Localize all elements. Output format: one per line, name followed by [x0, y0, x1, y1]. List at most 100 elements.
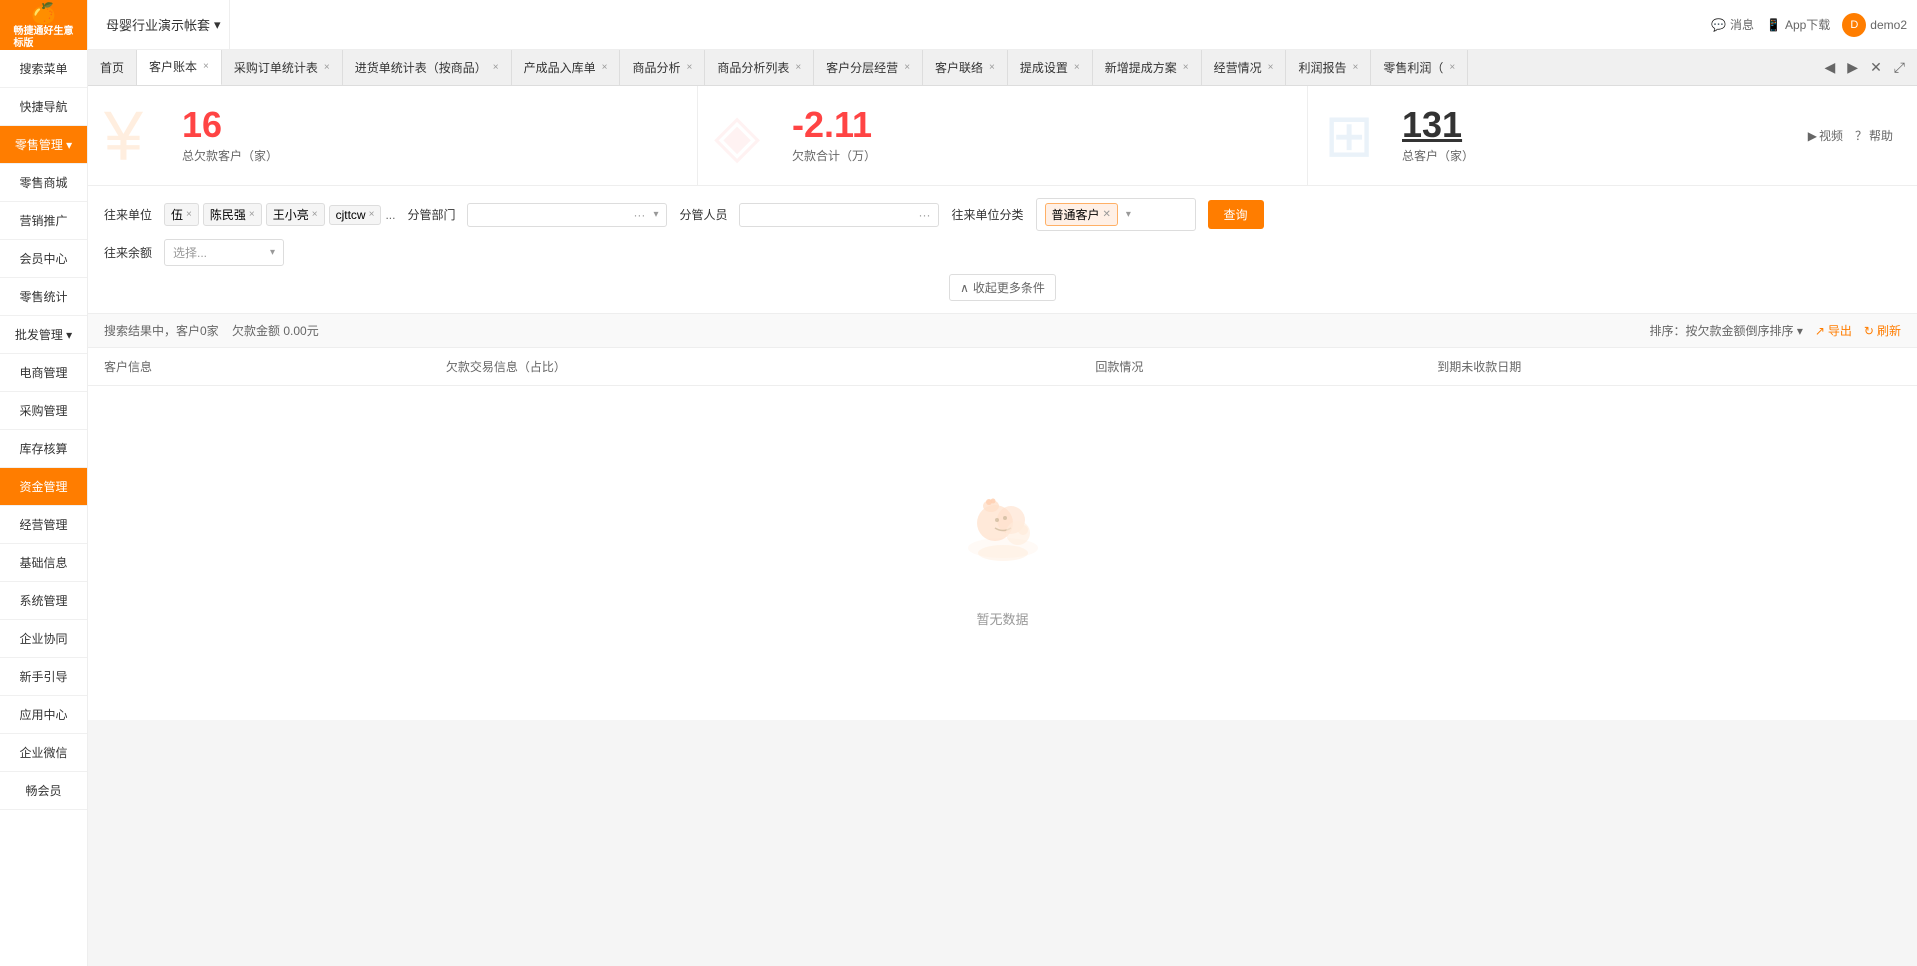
- sidebar-item-ecommerce[interactable]: 电商管理: [0, 354, 87, 392]
- stats-row: ¥ 16 总欠款客户（家） ◈ -2.11 欠款合计（万） ⊞ 131 总客户（…: [88, 86, 1917, 186]
- tab-customer_contact[interactable]: 客户联络×: [923, 50, 1008, 86]
- tab-label-product_analysis_list: 商品分析列表: [717, 59, 789, 76]
- tab-close-new_achievement[interactable]: ×: [1183, 62, 1189, 73]
- filter-tags: 伍 ×陈民强 ×王小亮 ×cjttcw ×...: [164, 203, 395, 226]
- tab-label-business_status: 经营情况: [1214, 59, 1262, 76]
- filter-tag-close-王小亮[interactable]: ×: [312, 209, 318, 220]
- unit-class-selector[interactable]: 普通客户 ✕ ▾: [1036, 198, 1196, 231]
- person-selector[interactable]: ···: [739, 203, 939, 227]
- tab-close-retail_profit[interactable]: ×: [1449, 62, 1455, 73]
- sidebar-item-operations[interactable]: 经营管理: [0, 506, 87, 544]
- tab-accounts[interactable]: 客户账本 ×: [137, 50, 222, 86]
- total-customers-icon: ⊞: [1324, 101, 1374, 171]
- tab-label-product_analysis: 商品分析: [632, 59, 680, 76]
- results-info: 搜索结果中，客户0家 欠款金额 0.00元: [104, 322, 319, 339]
- tab-close-cost_inbound[interactable]: ×: [602, 62, 608, 73]
- sidebar-item-enterprise[interactable]: 企业协同: [0, 620, 87, 658]
- sidebar-item-wholesale_mgmt[interactable]: 批发管理 ▾: [0, 316, 87, 354]
- collapse-row: ∧ 收起更多条件: [104, 274, 1901, 301]
- sidebar-item-basic_info[interactable]: 基础信息: [0, 544, 87, 582]
- tab-product_analysis_list[interactable]: 商品分析列表 ×: [705, 50, 814, 86]
- sidebar-item-retail_mall[interactable]: 零售商城: [0, 164, 87, 202]
- tab-close-all[interactable]: ✕: [1866, 57, 1886, 78]
- export-btn[interactable]: ↗ 导出: [1815, 322, 1852, 339]
- tab-customer_segments[interactable]: 客户分层经营 ×: [814, 50, 923, 86]
- sidebar-item-new_guide[interactable]: 新手引导: [0, 658, 87, 696]
- topbar-right: 💬 消息 📱 App下载 D demo2: [1711, 13, 1907, 37]
- filter-tag-text: 伍: [171, 206, 183, 223]
- filter-row-1: 往来单位 伍 ×陈民强 ×王小亮 ×cjttcw ×... 分管部门 ··· ▾…: [104, 198, 1901, 231]
- collapse-btn[interactable]: ∧ 收起更多条件: [949, 274, 1056, 301]
- tab-close-customer_contact[interactable]: ×: [989, 62, 995, 73]
- filter-tag-伍: 伍 ×: [164, 203, 199, 226]
- balance-placeholder: 选择...: [173, 244, 262, 261]
- sidebar-item-retail_mgmt[interactable]: 零售管理 ▾: [0, 126, 87, 164]
- sidebar-item-app_center[interactable]: 应用中心: [0, 696, 87, 734]
- tab-close-accounts[interactable]: ×: [203, 61, 209, 72]
- sidebar-item-quick_nav[interactable]: 快捷导航: [0, 88, 87, 126]
- tab-commission_settings[interactable]: 提成设置×: [1008, 50, 1093, 86]
- balance-selector[interactable]: 选择... ▾: [164, 239, 284, 266]
- tab-expand[interactable]: ⤢: [1890, 57, 1909, 78]
- app-download-btn[interactable]: 📱 App下载: [1766, 16, 1830, 33]
- tab-close-product_analysis[interactable]: ×: [686, 62, 692, 73]
- tab-product_analysis[interactable]: 商品分析 ×: [620, 50, 705, 86]
- tab-close-product_analysis_list[interactable]: ×: [795, 62, 801, 73]
- tab-label-cost_inbound: 产成品入库单: [524, 59, 596, 76]
- message-btn[interactable]: 💬 消息: [1711, 16, 1754, 33]
- sidebar-item-inventory[interactable]: 库存核算: [0, 430, 87, 468]
- tab-business_status[interactable]: 经营情况 ×: [1202, 50, 1287, 86]
- sort-chevron-icon[interactable]: ▾: [1797, 324, 1803, 338]
- sidebar-item-finance[interactable]: 资金管理: [0, 468, 87, 506]
- th-欠款交易信息（占比）: 欠款交易信息（占比）: [430, 348, 1080, 386]
- tab-close-business_status[interactable]: ×: [1268, 62, 1274, 73]
- tab-new_achievement[interactable]: 新增提成方案×: [1093, 50, 1202, 86]
- tab-inbound_stats[interactable]: 进货单统计表（按商品）×: [343, 50, 512, 86]
- stat-actions: ▶ 视频 ？ 帮助: [1808, 127, 1893, 144]
- tab-close-purchase_orders[interactable]: ×: [324, 62, 330, 73]
- overdue-amount-icon: ◈: [714, 101, 760, 171]
- th-到期未收款日期: 到期未收款日期: [1421, 348, 1917, 386]
- empty-illustration: [953, 478, 1053, 597]
- tab-purchase_orders[interactable]: 采购订单统计表×: [222, 50, 343, 86]
- sidebar-item-vip[interactable]: 畅会员: [0, 772, 87, 810]
- table-body: 暂无数据: [88, 386, 1917, 721]
- sidebar-item-purchase[interactable]: 采购管理: [0, 392, 87, 430]
- sidebar-item-sys_mgmt[interactable]: 系统管理: [0, 582, 87, 620]
- tab-close-inbound_stats[interactable]: ×: [493, 62, 499, 73]
- tab-label-customer_segments: 客户分层经营: [826, 59, 898, 76]
- tab-close-customer_segments[interactable]: ×: [904, 62, 910, 73]
- tab-retail_profit[interactable]: 零售利润（×: [1371, 50, 1468, 86]
- sidebar-item-member_center[interactable]: 会员中心: [0, 240, 87, 278]
- sidebar-item-retail_stats[interactable]: 零售统计: [0, 278, 87, 316]
- filter-tag-close-cjttcw[interactable]: ×: [369, 209, 375, 220]
- empty-state: 暂无数据: [104, 398, 1901, 708]
- refresh-btn[interactable]: ↻ 刷新: [1864, 322, 1901, 339]
- tab-scroll-left[interactable]: ◀: [1821, 57, 1840, 78]
- filter-area: 往来单位 伍 ×陈民强 ×王小亮 ×cjttcw ×... 分管部门 ··· ▾…: [88, 186, 1917, 314]
- unit-class-label: 往来单位分类: [951, 206, 1023, 223]
- dept-more-icon: ···: [633, 208, 645, 222]
- sidebar-item-wechat[interactable]: 企业微信: [0, 734, 87, 772]
- sidebar-item-marketing[interactable]: 营销推广: [0, 202, 87, 240]
- video-link[interactable]: ▶ 视频: [1808, 127, 1843, 144]
- query-button[interactable]: 查询: [1208, 200, 1264, 229]
- account-selector[interactable]: 母婴行业演示帐套 ▾: [98, 0, 230, 50]
- filter-tags-more-btn[interactable]: ...: [385, 208, 395, 222]
- tab-scroll-right[interactable]: ▶: [1843, 57, 1862, 78]
- th-客户信息: 客户信息: [88, 348, 430, 386]
- tab-label-accounts: 客户账本: [149, 58, 197, 75]
- filter-tag-close-陈民强[interactable]: ×: [249, 209, 255, 220]
- filter-tag-cjttcw: cjttcw ×: [329, 205, 382, 225]
- tab-close-commission_settings[interactable]: ×: [1074, 62, 1080, 73]
- user-avatar[interactable]: D demo2: [1842, 13, 1907, 37]
- tab-cost_inbound[interactable]: 产成品入库单 ×: [512, 50, 621, 86]
- dept-selector[interactable]: ··· ▾: [467, 203, 667, 227]
- help-link[interactable]: ？ 帮助: [1855, 127, 1893, 144]
- tab-close-profit_report[interactable]: ×: [1352, 62, 1358, 73]
- tab-home[interactable]: 首页: [88, 50, 137, 86]
- filter-tag-close-伍[interactable]: ×: [186, 209, 192, 220]
- unit-class-tag-close[interactable]: ✕: [1103, 209, 1111, 220]
- tab-profit_report[interactable]: 利润报告×: [1286, 50, 1371, 86]
- sidebar-item-search[interactable]: 搜索菜单: [0, 50, 87, 88]
